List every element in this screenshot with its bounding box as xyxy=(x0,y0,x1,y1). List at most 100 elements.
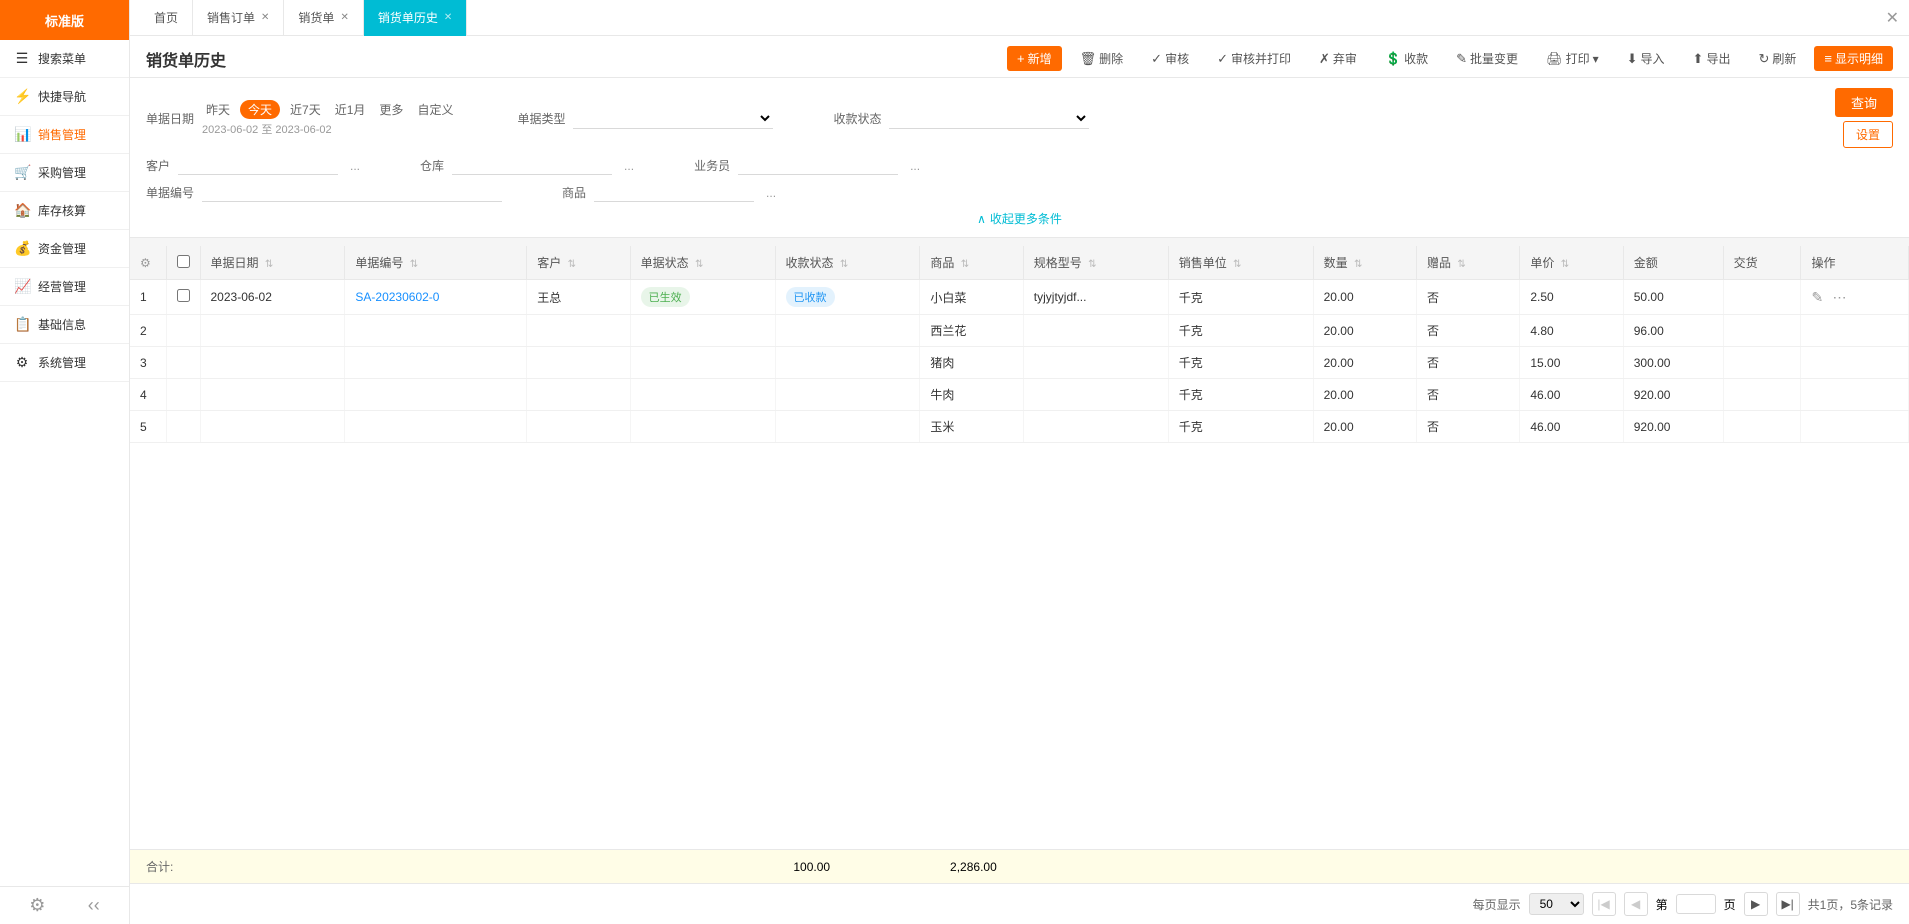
sidebar-collapse-icon[interactable]: ‹‹ xyxy=(88,895,100,916)
warehouse-input[interactable] xyxy=(452,156,612,175)
export-button[interactable]: ⬆ 导出 xyxy=(1683,46,1741,71)
receipt-status-filter-group: 收款状态 xyxy=(833,108,1089,129)
customer-input[interactable] xyxy=(178,156,338,175)
page-number-input[interactable]: 1 xyxy=(1676,894,1716,914)
row-trade xyxy=(1723,411,1801,443)
sidebar-item-quick-nav[interactable]: ⚡ 快捷导航 xyxy=(0,78,129,116)
tab-sales-order[interactable]: 销售订单 ✕ xyxy=(193,0,284,36)
col-product[interactable]: 商品 ⇅ xyxy=(920,246,1023,280)
row-qty: 20.00 xyxy=(1313,347,1416,379)
col-qty[interactable]: 数量 ⇅ xyxy=(1313,246,1416,280)
tab-sales-history-close[interactable]: ✕ xyxy=(444,12,452,23)
doc-number-link[interactable]: SA-20230602-0 xyxy=(355,290,439,304)
add-button[interactable]: + 新增 xyxy=(1007,46,1062,71)
col-date[interactable]: 单据日期 ⇅ xyxy=(200,246,345,280)
next-page-button[interactable]: ▶ xyxy=(1744,892,1768,916)
warehouse-dots[interactable]: ... xyxy=(624,159,634,173)
tab-bar-close-all[interactable]: ✕ xyxy=(1886,8,1899,28)
sidebar-item-label: 库存核算 xyxy=(38,202,86,219)
row-trade xyxy=(1723,280,1801,315)
doc-type-select[interactable] xyxy=(573,108,773,129)
sidebar-item-finance[interactable]: 💰 资金管理 xyxy=(0,230,129,268)
receive-button[interactable]: 💲 收款 xyxy=(1375,46,1438,71)
sidebar-item-purchase[interactable]: 🛒 采购管理 xyxy=(0,154,129,192)
row-pay-status xyxy=(775,379,920,411)
row-checkbox[interactable] xyxy=(177,289,190,302)
business-input[interactable] xyxy=(738,156,898,175)
tab-sales-order-close[interactable]: ✕ xyxy=(261,12,269,23)
sidebar-item-inventory[interactable]: 🏠 库存核算 xyxy=(0,192,129,230)
col-doc-status[interactable]: 单据状态 ⇅ xyxy=(630,246,775,280)
row-spec xyxy=(1023,315,1168,347)
first-page-button[interactable]: |◀ xyxy=(1592,892,1616,916)
product-dots[interactable]: ... xyxy=(766,186,776,200)
sidebar-item-operations[interactable]: 📈 经营管理 xyxy=(0,268,129,306)
receipt-status-select[interactable] xyxy=(889,108,1089,129)
date-shortcut-yesterday[interactable]: 昨天 xyxy=(202,100,234,119)
collapse-button[interactable]: ∧ 收起更多条件 xyxy=(146,210,1893,227)
search-menu-icon: ☰ xyxy=(14,50,30,67)
audit-print-button[interactable]: ✓ 审核并打印 xyxy=(1207,46,1301,71)
date-shortcut-today[interactable]: 今天 xyxy=(240,100,280,119)
row-pay-status xyxy=(775,411,920,443)
batch-change-button[interactable]: ✎ 批量变更 xyxy=(1446,46,1528,71)
select-all-checkbox[interactable] xyxy=(177,255,190,268)
row-customer xyxy=(527,379,630,411)
refresh-button[interactable]: ↻ 刷新 xyxy=(1748,46,1806,71)
sidebar-item-base-info[interactable]: 📋 基础信息 xyxy=(0,306,129,344)
row-doc-status xyxy=(630,315,775,347)
audit-button[interactable]: ✓ 审核 xyxy=(1141,46,1199,71)
date-shortcut-custom[interactable]: 自定义 xyxy=(413,100,457,119)
col-pay-status[interactable]: 收款状态 ⇅ xyxy=(775,246,920,280)
col-customer[interactable]: 客户 ⇅ xyxy=(527,246,630,280)
date-shortcut-1month[interactable]: 近1月 xyxy=(331,100,370,119)
sidebar-item-system[interactable]: ⚙ 系统管理 xyxy=(0,344,129,382)
date-shortcut-more[interactable]: 更多 xyxy=(375,100,407,119)
row-actions xyxy=(1801,411,1909,443)
warehouse-label: 仓库 xyxy=(420,157,444,174)
prev-page-button[interactable]: ◀ xyxy=(1624,892,1648,916)
row-qty: 20.00 xyxy=(1313,280,1416,315)
col-spec[interactable]: 规格型号 ⇅ xyxy=(1023,246,1168,280)
sidebar-settings-icon[interactable]: ⚙ xyxy=(29,895,45,916)
page-size-select[interactable]: 50 20 100 xyxy=(1529,893,1584,915)
row-gift: 否 xyxy=(1416,379,1519,411)
col-gift[interactable]: 赠品 ⇅ xyxy=(1416,246,1519,280)
abandon-button[interactable]: ✗ 弃审 xyxy=(1309,46,1367,71)
tab-home[interactable]: 首页 xyxy=(140,0,193,36)
gear-icon[interactable]: ⚙ xyxy=(140,256,151,270)
tab-sales-history[interactable]: 销货单历史 ✕ xyxy=(364,0,467,36)
sidebar-item-sales[interactable]: 📊 销售管理 xyxy=(0,116,129,154)
row-unit: 千克 xyxy=(1168,411,1313,443)
pagination: 每页显示 50 20 100 |◀ ◀ 第 1 页 ▶ ▶| 共1页，5条记录 xyxy=(130,883,1909,924)
row-product: 西兰花 xyxy=(920,315,1023,347)
row-date xyxy=(200,411,345,443)
print-button[interactable]: 🖨 打印 ▾ xyxy=(1536,46,1609,71)
show-detail-button[interactable]: ≡ 显示明细 xyxy=(1814,46,1893,71)
business-dots[interactable]: ... xyxy=(910,159,920,173)
delete-button[interactable]: 🗑 删除 xyxy=(1070,46,1134,71)
search-button[interactable]: 查询 xyxy=(1835,88,1893,117)
data-table: ⚙ 单据日期 ⇅ 单据编号 ⇅ xyxy=(130,246,1909,443)
product-input[interactable] xyxy=(594,183,754,202)
row-product: 猪肉 xyxy=(920,347,1023,379)
row-unit: 千克 xyxy=(1168,315,1313,347)
doc-number-input[interactable] xyxy=(202,183,502,202)
date-shortcut-7days[interactable]: 近7天 xyxy=(286,100,325,119)
edit-action-btn[interactable]: ✎ xyxy=(1811,289,1823,305)
customer-dots[interactable]: ... xyxy=(350,159,360,173)
set-button[interactable]: 设置 xyxy=(1843,121,1893,148)
col-unit[interactable]: 销售单位 ⇅ xyxy=(1168,246,1313,280)
last-page-button[interactable]: ▶| xyxy=(1776,892,1800,916)
tab-home-label: 首页 xyxy=(154,9,178,26)
doc-number-label: 单据编号 xyxy=(146,184,194,201)
sidebar-item-search[interactable]: ☰ 搜索菜单 xyxy=(0,40,129,78)
tab-sales-goods[interactable]: 销货单 ✕ xyxy=(284,0,363,36)
import-button[interactable]: ⬇ 导入 xyxy=(1617,46,1675,71)
footer-total-qty: 100.00 xyxy=(793,860,830,874)
tab-sales-goods-close[interactable]: ✕ xyxy=(340,12,348,23)
col-number[interactable]: 单据编号 ⇅ xyxy=(345,246,527,280)
col-price[interactable]: 单价 ⇅ xyxy=(1520,246,1623,280)
col-gear[interactable]: ⚙ xyxy=(130,246,166,280)
more-action-btn[interactable]: ⋯ xyxy=(1833,289,1847,305)
